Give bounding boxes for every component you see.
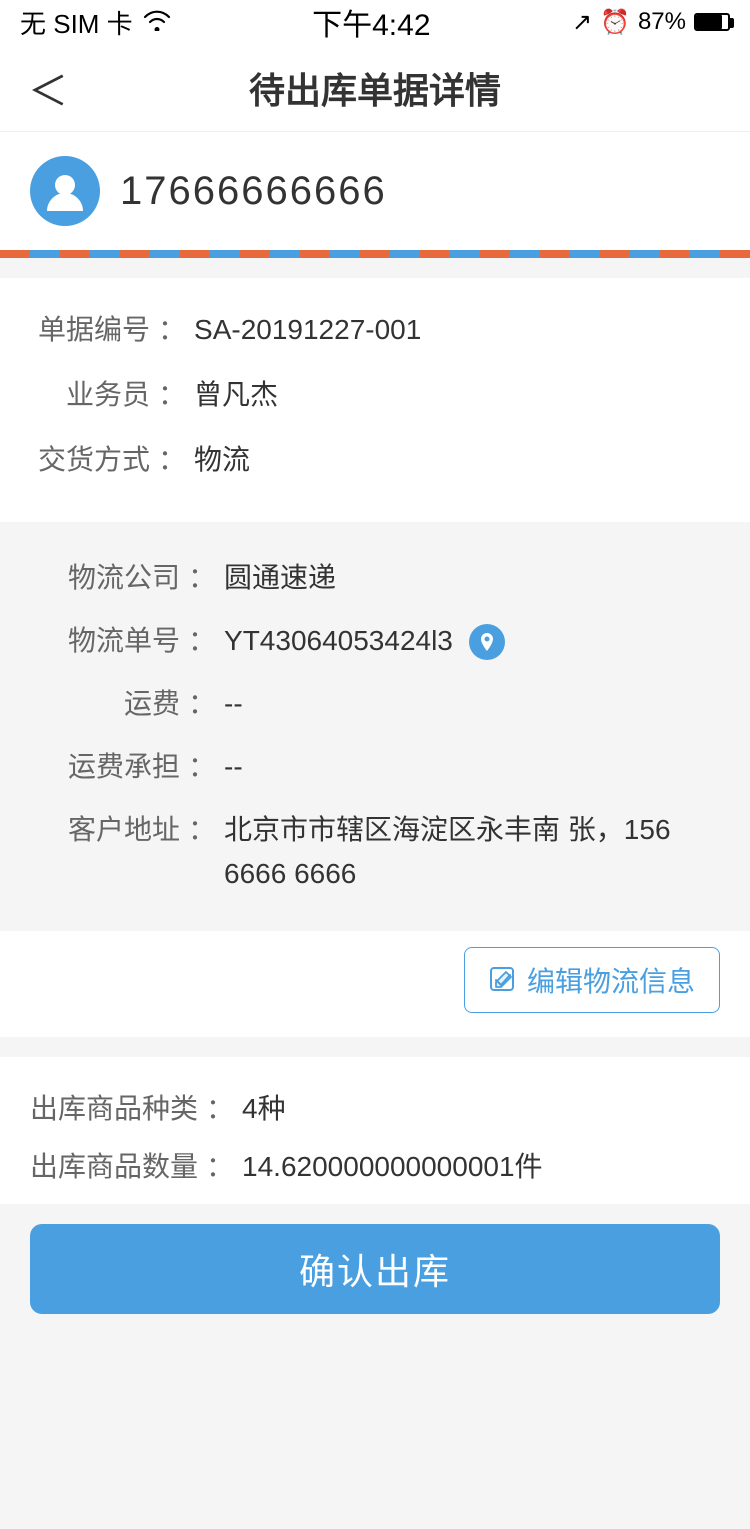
user-phone: 17666666666 <box>120 169 387 214</box>
tracking-number-value: YT43064053424l3 <box>224 619 690 664</box>
nav-bar: ＜ 待出库单据详情 <box>0 44 750 132</box>
goods-quantity-label: 出库商品数量 <box>30 1145 198 1185</box>
empty-space <box>0 1329 750 1529</box>
address-label: 客户地址 <box>60 808 180 853</box>
wifi-icon <box>143 7 171 38</box>
battery-text: 87% <box>638 8 686 36</box>
delivery-method-label: 交货方式 <box>30 438 150 483</box>
tracking-number-label: 物流单号 <box>60 619 180 664</box>
status-bar: 无 SIM 卡 下午4:42 ↗ ⏰ 87% <box>0 0 750 44</box>
logistics-company-row: 物流公司 ： 圆通速递 <box>60 556 690 601</box>
freight-bearer-label: 运费承担 <box>60 745 180 790</box>
edit-icon <box>489 966 517 994</box>
freight-bearer-row: 运费承担 ： -- <box>60 745 690 790</box>
basic-info-section: 单据编号 ： SA-20191227-001 业务员 ： 曾凡杰 交货方式 ： … <box>0 278 750 522</box>
section-divider-1 <box>0 1037 750 1057</box>
freight-row: 运费 ： -- <box>60 682 690 727</box>
location-status-icon: ↗ <box>572 8 592 37</box>
address-row: 客户地址 ： 北京市市辖区海淀区永丰南 张，156 6666 6666 <box>60 808 690 898</box>
goods-section: 出库商品种类 ： 4种 出库商品数量 ： 14.620000000000001件 <box>0 1057 750 1223</box>
document-number-row: 单据编号 ： SA-20191227-001 <box>30 308 720 353</box>
goods-types-value: 4种 <box>242 1087 720 1127</box>
sales-person-row: 业务员 ： 曾凡杰 <box>30 373 720 418</box>
user-card: 17666666666 <box>0 132 750 250</box>
address-value: 北京市市辖区海淀区永丰南 张，156 6666 6666 <box>224 808 690 898</box>
logistics-company-label: 物流公司 <box>60 556 180 601</box>
sp-colon: ： <box>158 373 186 418</box>
tracking-location-icon[interactable] <box>469 624 505 660</box>
alarm-icon: ⏰ <box>600 8 630 37</box>
freight-label: 运费 <box>60 682 180 727</box>
status-time: 下午4:42 <box>312 0 430 44</box>
battery-icon <box>694 13 730 31</box>
edit-logistics-label: 编辑物流信息 <box>527 960 695 1000</box>
edit-logistics-button[interactable]: 编辑物流信息 <box>464 947 720 1013</box>
goods-quantity-value: 14.620000000000001件 <box>242 1145 720 1185</box>
freight-bearer-value: -- <box>224 745 690 790</box>
delivery-method-row: 交货方式 ： 物流 <box>30 438 720 483</box>
logistics-card: 物流公司 ： 圆通速递 物流单号 ： YT43064053424l3 运费 ： … <box>30 532 720 921</box>
edit-logistics-container: 编辑物流信息 <box>0 931 750 1037</box>
back-button[interactable]: ＜ <box>28 59 68 117</box>
freight-value: -- <box>224 682 690 727</box>
sales-person-value: 曾凡杰 <box>194 373 720 418</box>
delivery-method-value: 物流 <box>194 438 720 483</box>
document-number-value: SA-20191227-001 <box>194 308 720 353</box>
status-left: 无 SIM 卡 <box>20 4 171 41</box>
doc-colon: ： <box>158 308 186 353</box>
document-number-label: 单据编号 <box>30 308 150 353</box>
goods-types-label: 出库商品种类 <box>30 1087 198 1127</box>
nav-title: 待出库单据详情 <box>249 62 501 114</box>
tracking-number-row: 物流单号 ： YT43064053424l3 <box>60 619 690 664</box>
confirm-outbound-button[interactable]: 确认出库 <box>30 1224 720 1314</box>
sales-person-label: 业务员 <box>30 373 150 418</box>
logistics-company-value: 圆通速递 <box>224 556 690 601</box>
dm-colon: ： <box>158 438 186 483</box>
goods-types-row: 出库商品种类 ： 4种 <box>30 1087 720 1127</box>
avatar <box>30 156 100 226</box>
dashed-divider <box>0 250 750 258</box>
goods-quantity-row: 出库商品数量 ： 14.620000000000001件 <box>30 1145 720 1185</box>
carrier-text: 无 SIM 卡 <box>20 4 133 41</box>
confirm-button-container: 确认出库 <box>0 1204 750 1334</box>
status-right: ↗ ⏰ 87% <box>572 8 730 37</box>
